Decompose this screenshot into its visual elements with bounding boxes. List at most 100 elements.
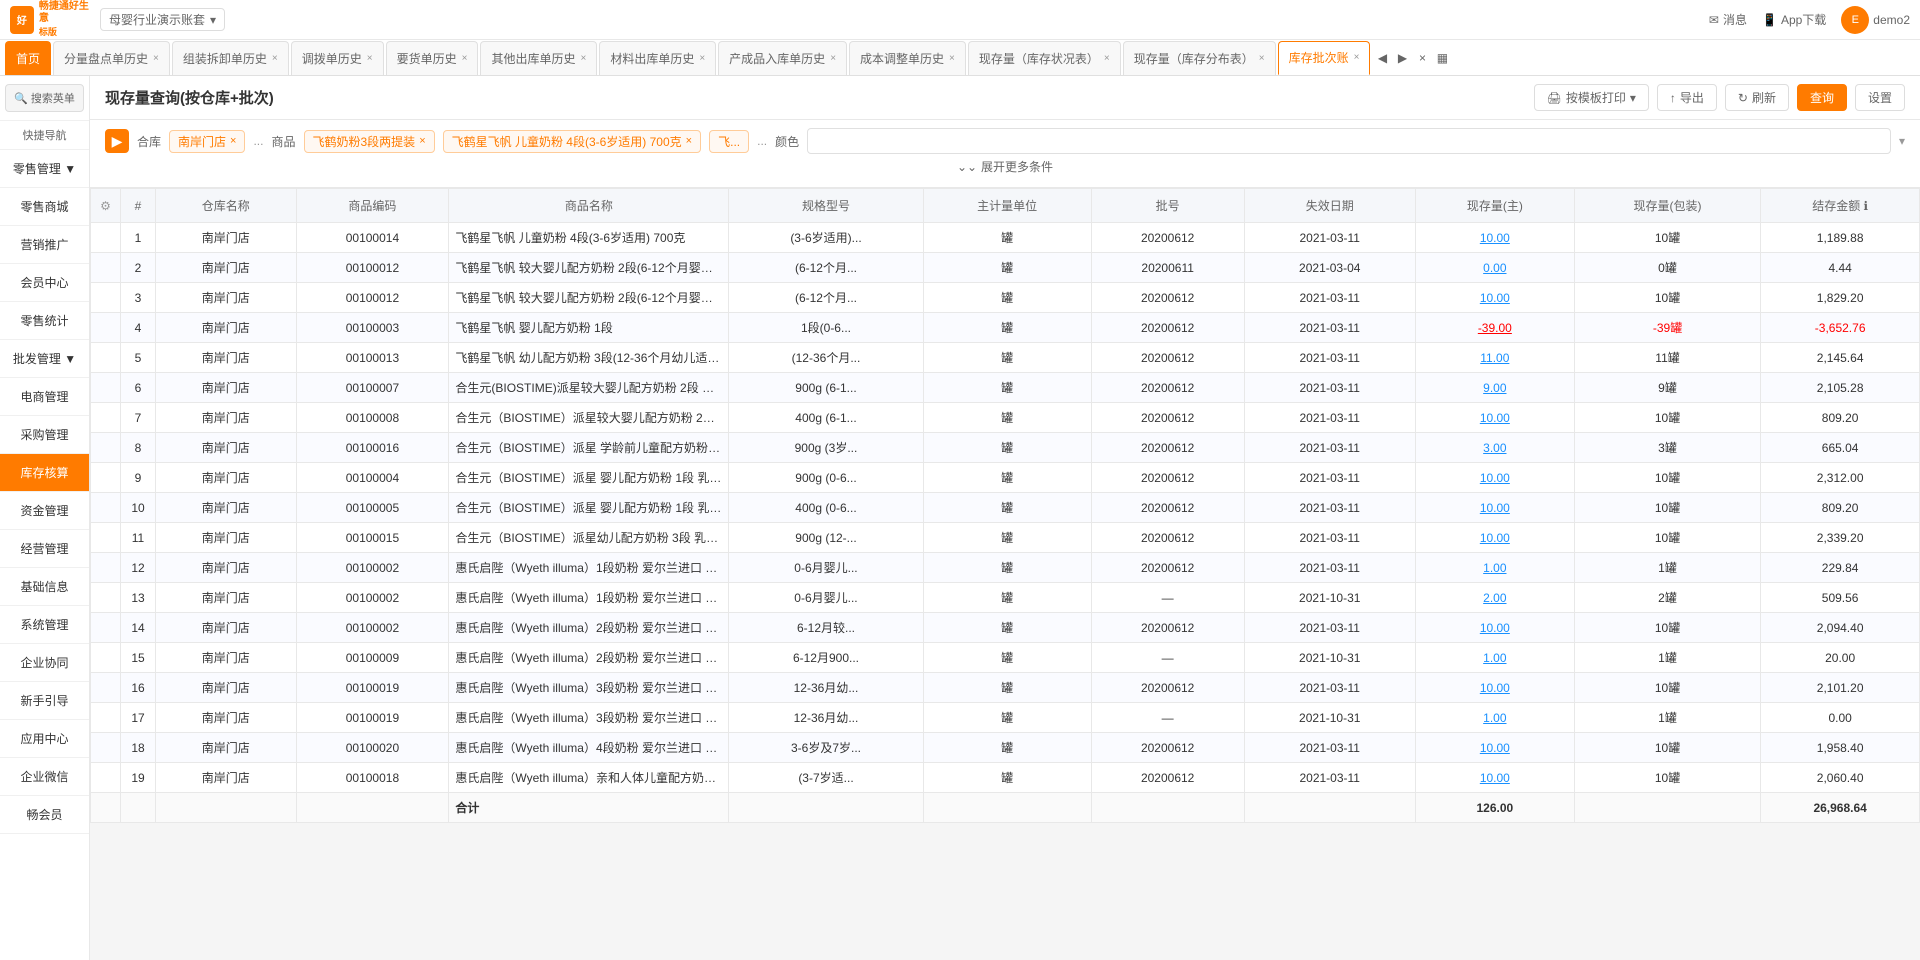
sidebar-item-member[interactable]: 会员中心: [0, 264, 89, 302]
td-stock-main[interactable]: 10.00: [1415, 403, 1574, 433]
tab-adjust[interactable]: 调拨单历史 ×: [291, 41, 384, 75]
td-stock-main[interactable]: 0.00: [1415, 253, 1574, 283]
table-row: 1 南岸门店 00100014 飞鹤星飞帆 儿童奶粉 4段(3-6岁适用) 70…: [91, 223, 1920, 253]
sidebar-item-guide[interactable]: 新手引导: [0, 682, 89, 720]
td-stock-main[interactable]: 10.00: [1415, 613, 1574, 643]
sidebar-item-enterprise[interactable]: 企业协同: [0, 644, 89, 682]
td-code: 00100009: [296, 643, 449, 673]
filter-expand-arrow[interactable]: ▶: [105, 129, 129, 153]
td-stock-main[interactable]: 10.00: [1415, 283, 1574, 313]
close-icon[interactable]: ×: [272, 53, 278, 64]
td-stock-main[interactable]: 10.00: [1415, 673, 1574, 703]
tab-splitdisk[interactable]: 分量盘点单历史 ×: [53, 41, 170, 75]
td-stock-main[interactable]: 1.00: [1415, 643, 1574, 673]
goods-dots[interactable]: ...: [757, 134, 767, 148]
td-expiry: 2021-03-11: [1244, 223, 1415, 253]
tab-batch[interactable]: 库存批次账 ×: [1278, 41, 1371, 75]
td-balance: 2,094.40: [1761, 613, 1920, 643]
app-download-btn[interactable]: 📱 App下载: [1762, 11, 1826, 28]
message-btn[interactable]: ✉ 消息: [1709, 11, 1747, 28]
export-btn[interactable]: ↑ 导出: [1657, 84, 1717, 111]
tab-order[interactable]: 要货单历史 ×: [386, 41, 479, 75]
close-icon[interactable]: ×: [462, 53, 468, 64]
sidebar-item-base[interactable]: 基础信息: [0, 568, 89, 606]
tab-material-out[interactable]: 材料出库单历史 ×: [599, 41, 716, 75]
tab-prev-btn[interactable]: ◀: [1372, 48, 1392, 68]
quick-nav-btn[interactable]: 快捷导航: [0, 121, 89, 150]
sidebar-item-member2[interactable]: 畅会员: [0, 796, 89, 834]
td-warehouse: 南岸门店: [156, 493, 297, 523]
expand-more-btn[interactable]: ⌄⌄ 展开更多条件: [105, 154, 1905, 179]
td-stock-main[interactable]: 9.00: [1415, 373, 1574, 403]
sidebar-item-wholesale[interactable]: 批发管理 ▼: [0, 340, 89, 378]
search-menu-btn[interactable]: 🔍 搜索英单: [5, 84, 84, 112]
sidebar-item-purchase[interactable]: 采购管理: [0, 416, 89, 454]
close-icon[interactable]: ×: [367, 53, 373, 64]
td-stock-main[interactable]: 10.00: [1415, 523, 1574, 553]
close-icon[interactable]: ×: [1354, 52, 1360, 63]
tab-next-btn[interactable]: ▶: [1392, 48, 1412, 68]
sidebar-item-stock[interactable]: 库存核算: [0, 454, 89, 492]
close-icon[interactable]: ×: [830, 53, 836, 64]
column-settings-icon[interactable]: ⚙: [100, 199, 111, 213]
color-input[interactable]: [807, 128, 1891, 154]
tab-close-btn[interactable]: ×: [1412, 48, 1432, 68]
message-icon: ✉: [1709, 13, 1719, 27]
close-icon[interactable]: ×: [1104, 53, 1110, 64]
td-stock-pkg: 3罐: [1574, 433, 1761, 463]
td-stock-main[interactable]: 10.00: [1415, 763, 1574, 793]
td-stock-main[interactable]: 10.00: [1415, 463, 1574, 493]
table-row: 14 南岸门店 00100002 惠氏启陛（Wyeth illuma）2段奶粉 …: [91, 613, 1920, 643]
close-icon[interactable]: ×: [153, 53, 159, 64]
td-stock-main[interactable]: 3.00: [1415, 433, 1574, 463]
sidebar-item-app-center[interactable]: 应用中心: [0, 720, 89, 758]
remove-warehouse-btn[interactable]: ×: [230, 135, 236, 147]
td-stock-main[interactable]: 2.00: [1415, 583, 1574, 613]
td-stock-pkg: 2罐: [1574, 583, 1761, 613]
refresh-btn[interactable]: ↻ 刷新: [1725, 84, 1789, 111]
settings-btn[interactable]: 设置: [1855, 84, 1905, 111]
query-btn[interactable]: 查询: [1797, 84, 1847, 111]
close-icon[interactable]: ×: [949, 53, 955, 64]
td-unit: 罐: [923, 493, 1091, 523]
tab-product-in[interactable]: 产成品入库单历史 ×: [718, 41, 847, 75]
goods-filter-tag-2: 飞鹤星飞帆 儿童奶粉 4段(3-6岁适用) 700克 ×: [443, 130, 701, 153]
sidebar-item-retail-stats[interactable]: 零售统计: [0, 302, 89, 340]
sidebar-item-operations[interactable]: 经营管理: [0, 530, 89, 568]
print-btn[interactable]: 🖨 按模板打印 ▾: [1534, 84, 1649, 111]
tab-dismantle[interactable]: 组装拆卸单历史 ×: [172, 41, 289, 75]
tab-other-out[interactable]: 其他出库单历史 ×: [480, 41, 597, 75]
chevron-down-icon[interactable]: ▾: [1899, 134, 1905, 148]
sidebar-item-ecommerce[interactable]: 电商管理: [0, 378, 89, 416]
td-stock-main[interactable]: 1.00: [1415, 553, 1574, 583]
sidebar-item-retail-shop[interactable]: 零售商城: [0, 188, 89, 226]
td-stock-main[interactable]: 10.00: [1415, 223, 1574, 253]
inventory-table: ⚙ # 仓库名称 商品编码 商品名称 规格型号 主计量单位 批号 失效日期 现存…: [90, 188, 1920, 823]
tab-cost-adjust[interactable]: 成本调整单历史 ×: [849, 41, 966, 75]
tab-stock-dist[interactable]: 现存量（库存分布表） ×: [1123, 41, 1276, 75]
th-settings[interactable]: ⚙: [91, 189, 121, 223]
close-icon[interactable]: ×: [580, 53, 586, 64]
tab-home[interactable]: 首页: [5, 41, 51, 75]
sidebar-item-marketing[interactable]: 营销推广: [0, 226, 89, 264]
td-stock-main[interactable]: 11.00: [1415, 343, 1574, 373]
sidebar-item-label: 应用中心: [20, 732, 68, 746]
td-stock-main[interactable]: 1.00: [1415, 703, 1574, 733]
remove-goods-1-btn[interactable]: ×: [419, 135, 425, 147]
close-icon[interactable]: ×: [699, 53, 705, 64]
user-area[interactable]: E demo2: [1841, 6, 1910, 34]
sidebar-item-retail-mgmt[interactable]: 零售管理 ▼: [0, 150, 89, 188]
workspace-select[interactable]: 母婴行业演示账套 ▾: [100, 8, 225, 31]
tab-menu-btn[interactable]: ▦: [1432, 48, 1452, 68]
td-stock-main[interactable]: 10.00: [1415, 733, 1574, 763]
sidebar-item-finance[interactable]: 资金管理: [0, 492, 89, 530]
sidebar-item-system[interactable]: 系统管理: [0, 606, 89, 644]
sidebar-item-enterprise-wx[interactable]: 企业微信: [0, 758, 89, 796]
warehouse-dots[interactable]: ...: [253, 134, 263, 148]
close-icon[interactable]: ×: [1259, 53, 1265, 64]
td-spec: 12-36月幼...: [729, 703, 923, 733]
tab-stock-status[interactable]: 现存量（库存状况表） ×: [968, 41, 1121, 75]
td-stock-main[interactable]: -39.00: [1415, 313, 1574, 343]
td-stock-main[interactable]: 10.00: [1415, 493, 1574, 523]
remove-goods-2-btn[interactable]: ×: [686, 135, 692, 147]
